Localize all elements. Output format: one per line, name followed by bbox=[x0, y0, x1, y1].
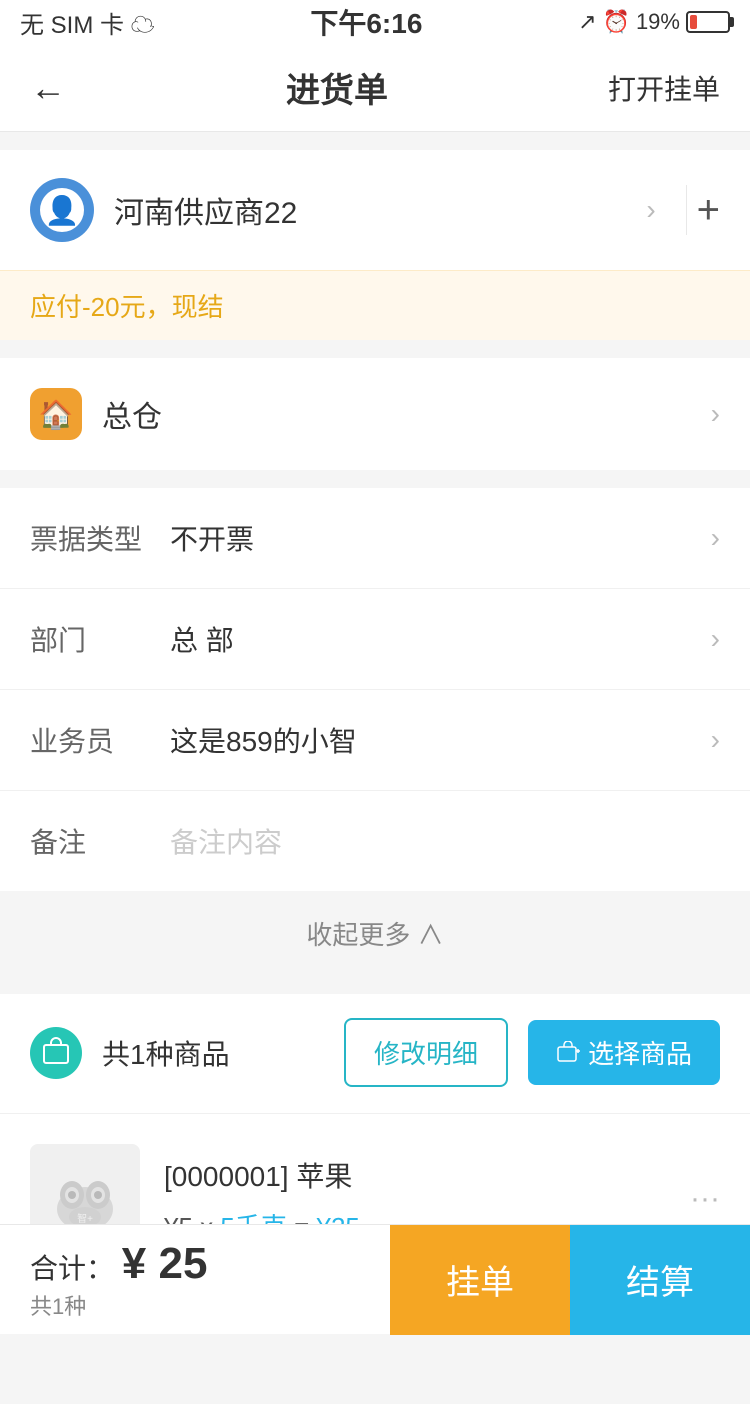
back-button[interactable]: ← bbox=[30, 67, 66, 109]
remark-placeholder: 备注内容 bbox=[170, 821, 720, 861]
remark-label: 备注 bbox=[30, 821, 170, 861]
products-icon bbox=[30, 1027, 82, 1079]
ticket-type-row[interactable]: 票据类型 不开票 › bbox=[0, 488, 750, 588]
product-name: [0000001] 苹果 bbox=[164, 1155, 690, 1195]
dept-chevron-icon: › bbox=[711, 623, 720, 655]
product-more-button[interactable]: ··· bbox=[690, 1182, 720, 1216]
staff-row[interactable]: 业务员 这是859的小智 › bbox=[0, 689, 750, 790]
person-icon: 👤 bbox=[45, 194, 80, 227]
ticket-chevron-icon: › bbox=[711, 522, 720, 554]
page-title: 进货单 bbox=[286, 63, 388, 112]
signal-text: 无 SIM 卡 ☁ bbox=[20, 5, 155, 40]
status-left: 无 SIM 卡 ☁ bbox=[20, 5, 155, 40]
edit-detail-button[interactable]: 修改明细 bbox=[344, 1018, 508, 1087]
cart-icon bbox=[40, 1037, 72, 1069]
vertical-divider bbox=[686, 185, 687, 235]
battery-icon bbox=[686, 11, 730, 33]
location-icon: ↗ bbox=[578, 9, 596, 35]
collapse-button[interactable]: 收起更多 ∧ bbox=[0, 891, 750, 976]
ticket-label: 票据类型 bbox=[30, 518, 170, 558]
warehouse-icon: 🏠 bbox=[30, 388, 82, 440]
products-count: 共1种商品 bbox=[102, 1033, 324, 1073]
ticket-value: 不开票 bbox=[170, 518, 711, 558]
footer-total-label: 合计： bbox=[30, 1253, 114, 1284]
alert-text: 应付-20元，现结 bbox=[30, 292, 224, 322]
settle-button[interactable]: 结算 bbox=[570, 1225, 750, 1335]
collapse-label: 收起更多 ∧ bbox=[306, 920, 443, 950]
dept-row[interactable]: 部门 总 部 › bbox=[0, 588, 750, 689]
warehouse-section: 🏠 总仓 › bbox=[0, 358, 750, 470]
staff-chevron-icon: › bbox=[711, 724, 720, 756]
status-right: ↗ ⏰ 19% bbox=[578, 9, 730, 35]
supplier-avatar: 👤 bbox=[30, 178, 94, 242]
footer: 合计： ¥ 25 共1种 挂单 结算 bbox=[0, 1224, 750, 1334]
select-product-button[interactable]: 选择商品 bbox=[528, 1020, 720, 1085]
warehouse-name: 总仓 bbox=[102, 392, 711, 436]
supplier-chevron-icon: › bbox=[646, 194, 655, 226]
dept-label: 部门 bbox=[30, 619, 170, 659]
nav-bar: ← 进货单 打开挂单 bbox=[0, 44, 750, 132]
supplier-name: 河南供应商22 bbox=[114, 188, 646, 232]
supplier-section: 👤 河南供应商22 › + 应付-20元，现结 bbox=[0, 150, 750, 340]
warehouse-chevron-icon: › bbox=[711, 398, 720, 430]
products-header: 共1种商品 修改明细 选择商品 bbox=[0, 994, 750, 1111]
add-supplier-button[interactable]: + bbox=[697, 188, 720, 233]
battery-percent: 19% bbox=[636, 9, 680, 35]
select-product-label: 选择商品 bbox=[588, 1034, 692, 1071]
footer-total-amount: ¥ 25 bbox=[122, 1239, 208, 1288]
warehouse-row[interactable]: 🏠 总仓 › bbox=[0, 358, 750, 470]
product-code: [0000001] bbox=[164, 1161, 289, 1192]
footer-count: 共1种 bbox=[30, 1289, 360, 1321]
home-icon: 🏠 bbox=[39, 398, 74, 431]
open-pending-button[interactable]: 打开挂单 bbox=[608, 68, 720, 108]
pending-button[interactable]: 挂单 bbox=[390, 1225, 570, 1335]
supplier-row[interactable]: 👤 河南供应商22 › + bbox=[0, 150, 750, 270]
alert-banner: 应付-20元，现结 bbox=[0, 270, 750, 340]
dept-value: 总 部 bbox=[170, 619, 711, 659]
cart-add-icon bbox=[556, 1041, 580, 1065]
avatar-inner: 👤 bbox=[40, 188, 84, 232]
product-title: 苹果 bbox=[296, 1161, 352, 1192]
footer-total-row: 合计： ¥ 25 bbox=[30, 1239, 360, 1289]
form-section: 票据类型 不开票 › 部门 总 部 › 业务员 这是859的小智 › 备注 备注… bbox=[0, 488, 750, 891]
status-bar: 无 SIM 卡 ☁ 下午6:16 ↗ ⏰ 19% bbox=[0, 0, 750, 44]
alarm-icon: ⏰ bbox=[603, 9, 630, 35]
status-time: 下午6:16 bbox=[310, 2, 422, 42]
remark-row[interactable]: 备注 备注内容 bbox=[0, 790, 750, 891]
staff-value: 这是859的小智 bbox=[170, 720, 711, 760]
staff-label: 业务员 bbox=[30, 720, 170, 760]
footer-total-section: 合计： ¥ 25 共1种 bbox=[0, 1239, 390, 1321]
